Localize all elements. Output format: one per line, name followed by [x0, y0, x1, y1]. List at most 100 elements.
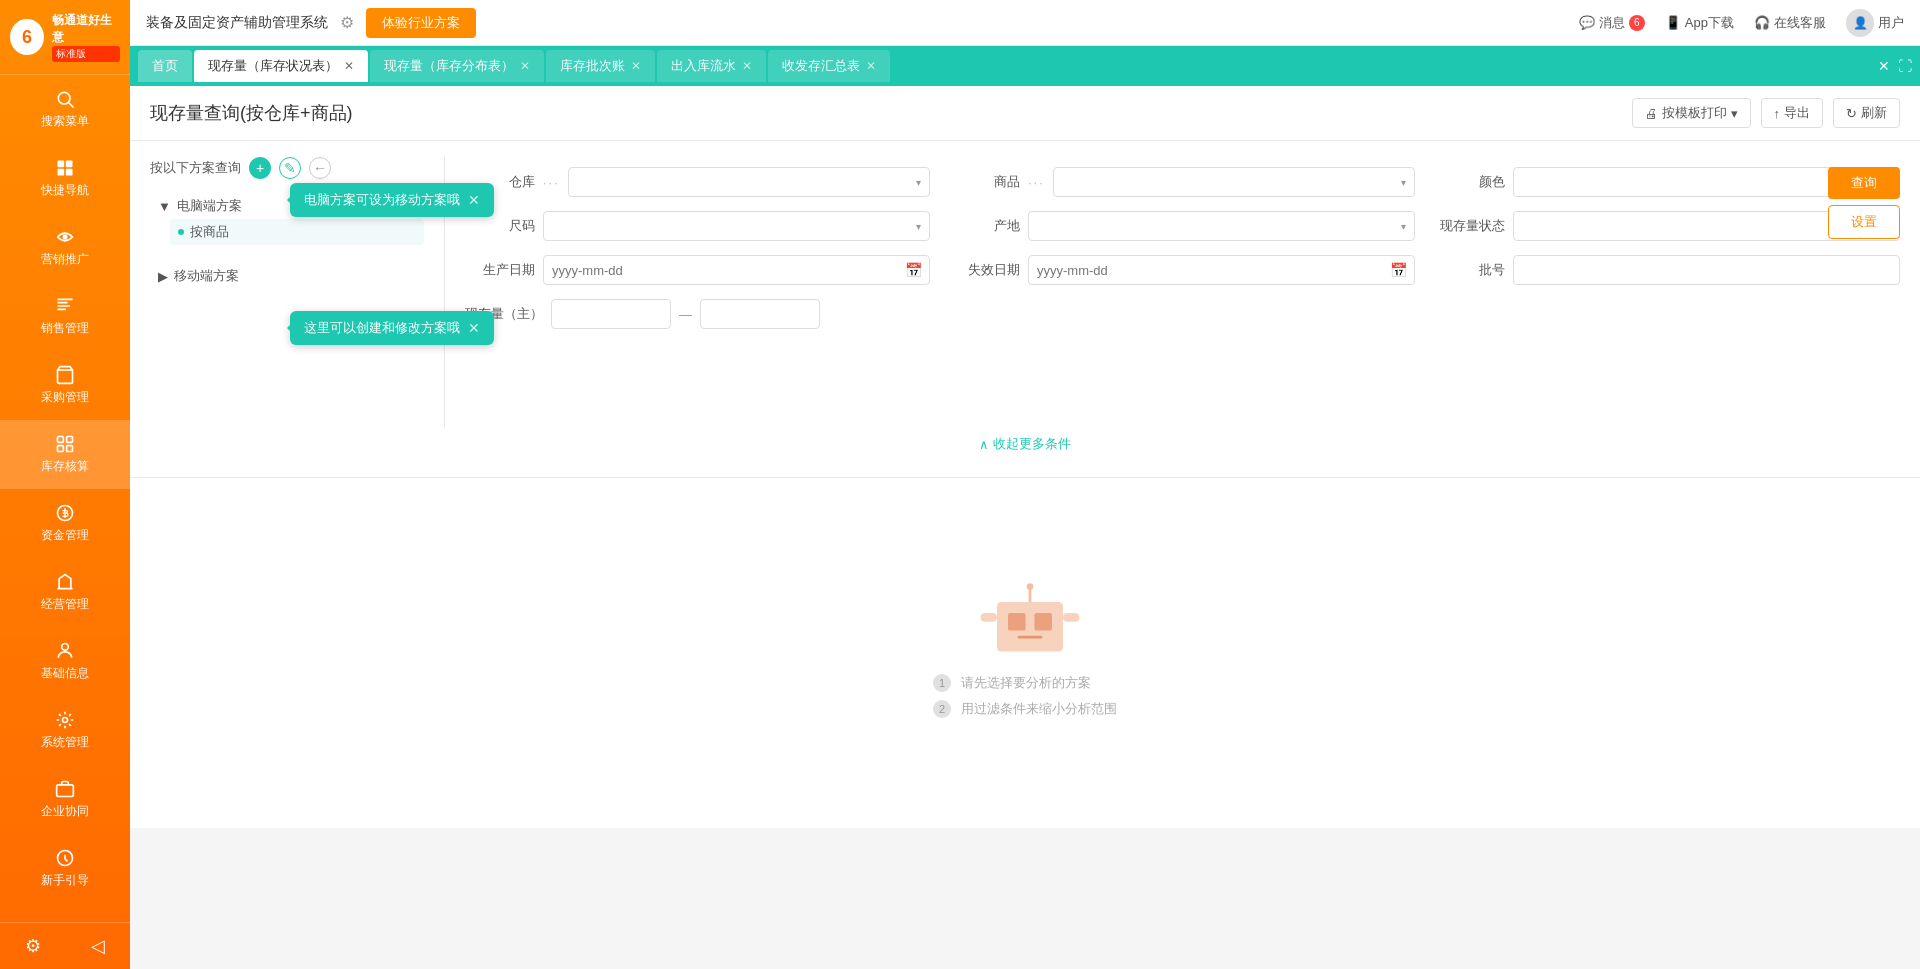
sidebar-settings-button[interactable]: ⚙	[25, 935, 41, 957]
scheme-tooltip-2: 这里可以创建和修改方案哦 ✕	[290, 311, 494, 345]
expiry-date-input[interactable]	[1028, 255, 1415, 285]
svg-rect-23	[981, 613, 998, 622]
warehouse-select-arrow: ▾	[916, 177, 921, 188]
tab-close-collect-summary[interactable]: ✕	[866, 59, 876, 73]
scheme-item-by-product[interactable]: 按商品	[170, 219, 424, 245]
sidebar-footer: ⚙ ◁	[0, 922, 130, 969]
svg-rect-17	[997, 602, 1063, 652]
svg-rect-18	[1008, 613, 1026, 631]
empty-icon	[975, 558, 1075, 658]
stock-qty-min-input[interactable]	[551, 299, 671, 329]
filter-grid-row1: 仓库 ··· ▾ 商品 ··· ▾	[465, 167, 1900, 197]
tooltip2-close-button[interactable]: ✕	[468, 320, 480, 336]
sidebar-item-system[interactable]: 系统管理	[0, 696, 130, 765]
sidebar-item-enterprise[interactable]: 企业协同	[0, 765, 130, 834]
svg-rect-15	[57, 785, 74, 797]
origin-select-arrow: ▾	[1401, 221, 1406, 232]
edit-scheme-button[interactable]: ✎	[279, 157, 301, 179]
sidebar-item-guide[interactable]: 新手引导	[0, 834, 130, 903]
svg-point-14	[63, 718, 68, 723]
tab-collect-summary[interactable]: 收发存汇总表 ✕	[768, 50, 890, 82]
tab-close-inventory-status[interactable]: ✕	[344, 59, 354, 73]
filter-row-product: 商品 ··· ▾	[950, 167, 1415, 197]
collapse-more-button[interactable]: ∧ 收起更多条件	[150, 427, 1900, 461]
sidebar-item-purchase[interactable]: 采购管理	[0, 351, 130, 420]
stock-qty-max-input[interactable]	[700, 299, 820, 329]
filter-section: 按以下方案查询 + ✎ ← ▼ 电脑端方案	[130, 141, 1920, 478]
sidebar-item-inventory[interactable]: 库存核算	[0, 420, 130, 489]
template-print-button[interactable]: 🖨 按模板打印 ▾	[1632, 98, 1751, 128]
page-actions: 🖨 按模板打印 ▾ ↑ 导出 ↻ 刷新	[1632, 98, 1901, 128]
warehouse-select[interactable]: ▾	[568, 167, 930, 197]
page-header: 现存量查询(按仓库+商品) 🖨 按模板打印 ▾ ↑ 导出 ↻ 刷新	[130, 86, 1920, 141]
user-avatar: 👤	[1846, 9, 1874, 37]
tab-inventory-status[interactable]: 现存量（库存状况表） ✕	[194, 50, 368, 82]
sidebar-navigation: 搜索菜单 快捷导航 营销推广 销售管理 采购管理 库存核算 资金管理 经营管理	[0, 75, 130, 922]
svg-point-13	[62, 644, 69, 651]
mobile-scheme-header[interactable]: ▶ 移动端方案	[150, 263, 424, 289]
svg-rect-3	[66, 161, 73, 168]
filter-row-batch-no: 批号	[1435, 255, 1900, 285]
tab-in-out-flow[interactable]: 出入库流水 ✕	[657, 50, 766, 82]
batch-no-input[interactable]	[1513, 255, 1900, 285]
origin-select[interactable]: ▾	[1028, 211, 1415, 241]
sidebar-item-quick-nav[interactable]: 快捷导航	[0, 144, 130, 213]
tab-close-batch-ledger[interactable]: ✕	[631, 59, 641, 73]
sidebar-item-marketing[interactable]: 营销推广	[0, 213, 130, 282]
sidebar-collapse-button[interactable]: ◁	[91, 935, 105, 957]
filter-row-production-date: 生产日期 📅	[465, 255, 930, 285]
svg-rect-8	[58, 437, 64, 443]
message-button[interactable]: 💬 消息 6	[1579, 14, 1645, 32]
svg-rect-4	[58, 169, 65, 176]
app-download-button[interactable]: 📱 App下载	[1665, 14, 1734, 32]
sidebar-item-operations[interactable]: 经营管理	[0, 558, 130, 627]
sidebar-item-sales[interactable]: 销售管理	[0, 282, 130, 351]
online-support-button[interactable]: 🎧 在线客服	[1754, 14, 1826, 32]
size-select[interactable]: ▾	[543, 211, 930, 241]
tooltip1-close-button[interactable]: ✕	[468, 192, 480, 208]
add-scheme-button[interactable]: +	[249, 157, 271, 179]
tab-close-all-icon[interactable]: ✕	[1878, 58, 1890, 74]
svg-rect-19	[1034, 613, 1052, 631]
filter-row-stock-qty: 现存量（主） —	[465, 299, 1900, 329]
expiry-date-calendar-icon: 📅	[1390, 262, 1407, 278]
sidebar-item-basic-info[interactable]: 基础信息	[0, 627, 130, 696]
filter-row-size: 尺码 ▾	[465, 211, 930, 241]
svg-rect-10	[58, 446, 64, 452]
mobile-scheme-group: ▶ 移动端方案	[150, 263, 424, 289]
tab-batch-ledger[interactable]: 库存批次账 ✕	[546, 50, 655, 82]
tab-home[interactable]: 首页	[138, 50, 192, 82]
svg-point-22	[1027, 583, 1034, 590]
export-button[interactable]: ↑ 导出	[1761, 98, 1824, 128]
dropdown-arrow-icon: ▾	[1731, 106, 1738, 121]
tab-end-actions: ✕ ⛶	[1878, 58, 1912, 74]
desktop-scheme-list: 按商品	[150, 219, 424, 255]
query-button[interactable]: 查询	[1828, 167, 1900, 199]
back-scheme-button[interactable]: ←	[309, 157, 331, 179]
tab-maximize-icon[interactable]: ⛶	[1898, 58, 1912, 74]
settings-icon[interactable]: ⚙	[340, 13, 354, 32]
product-dots: ···	[1028, 175, 1045, 190]
empty-state: 1 请先选择要分析的方案 2 用过滤条件来缩小分析范围	[130, 478, 1920, 798]
sidebar-item-finance[interactable]: 资金管理	[0, 489, 130, 558]
production-date-input[interactable]	[543, 255, 930, 285]
tab-inventory-distribution[interactable]: 现存量（库存分布表） ✕	[370, 50, 544, 82]
content-area: 按以下方案查询 + ✎ ← ▼ 电脑端方案	[130, 141, 1920, 969]
expiry-date-wrap: 📅	[1028, 255, 1415, 285]
refresh-button[interactable]: ↻ 刷新	[1833, 98, 1900, 128]
experience-button[interactable]: 体验行业方案	[366, 8, 476, 38]
production-date-wrap: 📅	[543, 255, 930, 285]
reset-button[interactable]: 设置	[1828, 205, 1900, 239]
tab-close-in-out-flow[interactable]: ✕	[742, 59, 752, 73]
sidebar-logo-text: 畅通道好生意 标准版	[52, 12, 120, 62]
svg-line-1	[69, 103, 74, 108]
warehouse-dots: ···	[543, 175, 560, 190]
user-menu-button[interactable]: 👤 用户	[1846, 9, 1904, 37]
collapse-up-icon: ∧	[979, 437, 989, 452]
main-container: 装备及固定资产辅助管理系统 ⚙ 体验行业方案 💬 消息 6 📱 App下载 🎧 …	[130, 0, 1920, 969]
product-select[interactable]: ▾	[1053, 167, 1415, 197]
sidebar-item-search-menu[interactable]: 搜索菜单	[0, 75, 130, 144]
sidebar-logo-icon: 6	[10, 19, 44, 55]
tab-close-inventory-distribution[interactable]: ✕	[520, 59, 530, 73]
message-icon: 💬	[1579, 15, 1595, 30]
